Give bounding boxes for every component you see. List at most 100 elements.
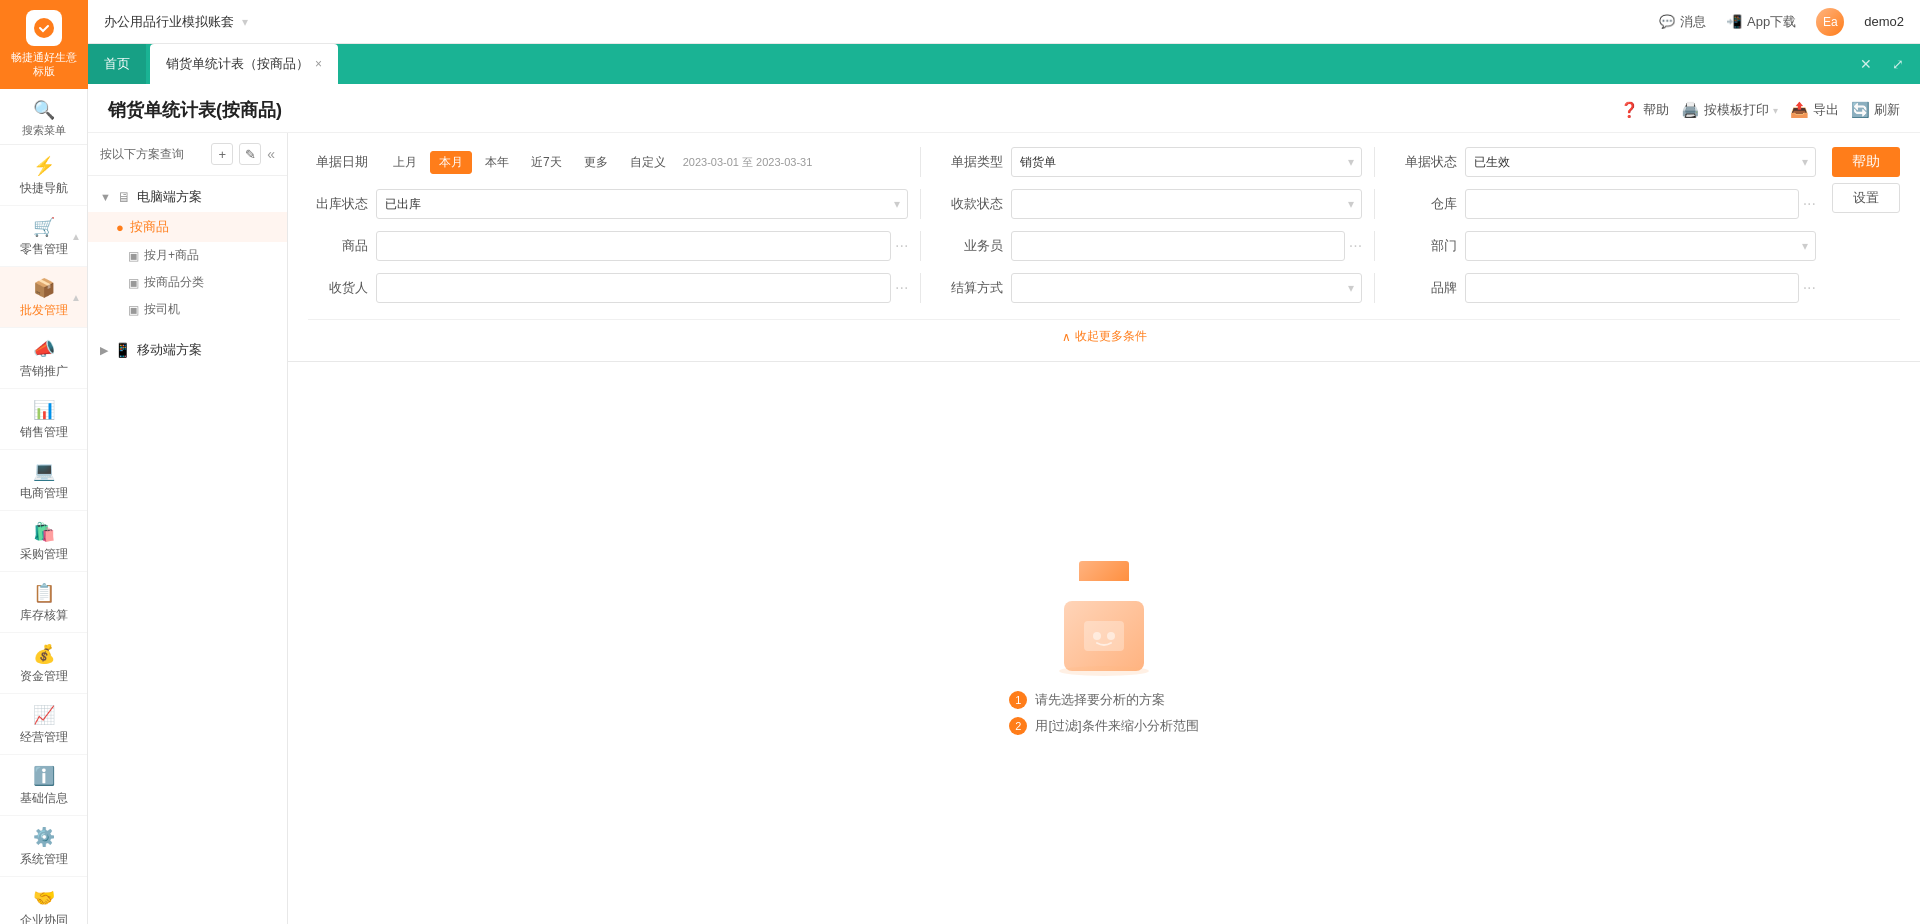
- salesman-input[interactable]: [1011, 231, 1344, 261]
- hint-num-1: 1: [1009, 691, 1027, 709]
- date-custom-button[interactable]: 自定义: [621, 151, 675, 174]
- tab-close-button[interactable]: ×: [315, 57, 322, 71]
- tab-expand-button[interactable]: ⤢: [1884, 50, 1912, 78]
- user-avatar[interactable]: Ea: [1816, 8, 1844, 36]
- print-action[interactable]: 🖨️ 按模板打印 ▾: [1681, 101, 1778, 119]
- date-7days-button[interactable]: 近7天: [522, 151, 571, 174]
- filter-cell-payment: 收款状态 ▾: [933, 189, 1362, 219]
- out-status-input[interactable]: [376, 189, 908, 219]
- payment-method-input[interactable]: [1011, 273, 1362, 303]
- doc-status-input[interactable]: [1465, 147, 1816, 177]
- sidebar-item-operations[interactable]: 📈 经营管理: [0, 694, 87, 755]
- payment-control: ▾: [1011, 189, 1362, 219]
- tree-group-mobile-header[interactable]: ▶ 📱 移动端方案: [88, 335, 287, 365]
- query-button[interactable]: 帮助: [1832, 147, 1900, 177]
- divider-3: [920, 189, 921, 219]
- divider-6: [1374, 231, 1375, 261]
- expand-icon: ⤢: [1892, 56, 1904, 72]
- filter-collapse-button[interactable]: «: [267, 146, 275, 162]
- search-menu-item[interactable]: 🔍 搜索菜单: [0, 89, 87, 145]
- tree-item-icon: ●: [116, 220, 124, 235]
- sidebar-item-sales[interactable]: 📊 销售管理: [0, 389, 87, 450]
- date-row: 上月 本月 本年 近7天 更多 自定义 2: [376, 151, 908, 174]
- date-quick-btns: 上月 本月 本年 近7天 更多 自定义: [384, 151, 675, 174]
- export-action[interactable]: 📤 导出: [1790, 101, 1839, 119]
- date-last-month-button[interactable]: 上月: [384, 151, 426, 174]
- receiver-input[interactable]: [376, 273, 891, 303]
- goods-dots-button[interactable]: ···: [895, 237, 908, 255]
- filter-cell-doc-status: 单据状态 ▾: [1387, 147, 1816, 177]
- breadcrumb-area: 办公用品行业模拟账套 ▾: [104, 13, 248, 31]
- filter-edit-button[interactable]: ✎: [239, 143, 261, 165]
- date-this-month-button[interactable]: 本月: [430, 151, 472, 174]
- sidebar-item-purchase[interactable]: 🛍️ 采购管理: [0, 511, 87, 572]
- message-action[interactable]: 💬 消息: [1659, 13, 1706, 31]
- app-logo[interactable]: 畅捷通好生意 标版: [0, 0, 88, 89]
- sidebar-item-quick-nav[interactable]: ⚡ 快捷导航: [0, 145, 87, 206]
- brand-dots-button[interactable]: ···: [1803, 279, 1816, 297]
- sidebar-item-ecommerce[interactable]: 💻 电商管理: [0, 450, 87, 511]
- help-action[interactable]: ❓ 帮助: [1620, 101, 1669, 119]
- goods-input[interactable]: [376, 231, 891, 261]
- tab-active-label: 销货单统计表（按商品）: [166, 55, 309, 73]
- sidebar-item-marketing[interactable]: 📣 营销推广: [0, 328, 87, 389]
- tab-window-actions: ✕ ⤢: [1852, 50, 1920, 78]
- retail-icon: 🛒: [33, 216, 55, 238]
- wholesale-arrow-icon: ▲: [71, 291, 81, 302]
- sidebar-item-system[interactable]: ⚙️ 系统管理: [0, 816, 87, 877]
- warehouse-input[interactable]: [1465, 189, 1798, 219]
- brand-input[interactable]: [1465, 273, 1798, 303]
- collapse-icon: «: [267, 146, 275, 162]
- tree-group-desktop-header[interactable]: ▼ 🖥 电脑端方案: [88, 182, 287, 212]
- date-more-button[interactable]: 更多: [575, 151, 617, 174]
- out-status-label: 出库状态: [308, 195, 368, 213]
- settings-button[interactable]: 设置: [1832, 183, 1900, 213]
- sidebar-item-retail[interactable]: 🛒 零售管理 ▲: [0, 206, 87, 267]
- retail-label: 零售管理: [20, 241, 68, 258]
- divider-5: [920, 231, 921, 261]
- payment-method-label: 结算方式: [933, 279, 1003, 297]
- help-label: 帮助: [1643, 101, 1669, 119]
- filter-main: 单据日期 上月 本月 本年 近7天: [288, 133, 1920, 924]
- filter-form: 单据日期 上月 本月 本年 近7天: [288, 133, 1920, 362]
- sidebar-item-inventory[interactable]: 📋 库存核算: [0, 572, 87, 633]
- sidebar-item-basic-info[interactable]: ℹ️ 基础信息: [0, 755, 87, 816]
- tree-sub-item-category[interactable]: ▣ 按商品分类: [88, 269, 287, 296]
- tab-home[interactable]: 首页: [88, 44, 146, 84]
- divider-2: [1374, 147, 1375, 177]
- salesman-dots-button[interactable]: ···: [1349, 237, 1362, 255]
- tree-group-desktop: ▼ 🖥 电脑端方案 ● 按商品 ▣ 按月+商品: [88, 176, 287, 329]
- filter-add-button[interactable]: +: [211, 143, 233, 165]
- collapse-more-button[interactable]: ∧ 收起更多条件: [308, 319, 1900, 353]
- empty-hint-1: 1 请先选择要分析的方案: [1009, 691, 1198, 709]
- tree-sub-item-month-goods[interactable]: ▣ 按月+商品: [88, 242, 287, 269]
- warehouse-dots-button[interactable]: ···: [1803, 195, 1816, 213]
- date-range-text: 2023-03-01 至 2023-03-31: [683, 155, 813, 170]
- svg-point-1: [1093, 632, 1101, 640]
- filter-row-1: 单据日期 上月 本月 本年 近7天: [308, 147, 1816, 177]
- app-download-label: App下载: [1747, 13, 1796, 31]
- app-download-action[interactable]: 📲 App下载: [1726, 13, 1796, 31]
- date-this-year-button[interactable]: 本年: [476, 151, 518, 174]
- refresh-action[interactable]: 🔄 刷新: [1851, 101, 1900, 119]
- tab-close-window-button[interactable]: ✕: [1852, 50, 1880, 78]
- operations-icon: 📈: [33, 704, 55, 726]
- payment-method-control: ▾: [1011, 273, 1362, 303]
- sidebar-item-wholesale[interactable]: 📦 批发管理 ▲: [0, 267, 87, 328]
- tree-item-by-goods[interactable]: ● 按商品: [88, 212, 287, 242]
- out-status-control: ▾: [376, 189, 908, 219]
- tree-expand-icon: ▼: [100, 191, 111, 203]
- warehouse-control: [1465, 189, 1798, 219]
- filter-cell-out-status: 出库状态 ▾: [308, 189, 908, 219]
- doc-type-input[interactable]: [1011, 147, 1362, 177]
- sidebar-item-collab[interactable]: 🤝 企业协同: [0, 877, 87, 924]
- tree-sub-item-driver[interactable]: ▣ 按司机: [88, 296, 287, 323]
- receiver-dots-button[interactable]: ···: [895, 279, 908, 297]
- sidebar-item-finance[interactable]: 💰 资金管理: [0, 633, 87, 694]
- quick-nav-icon: ⚡: [33, 155, 55, 177]
- collab-label: 企业协同: [20, 912, 68, 924]
- dept-input[interactable]: [1465, 231, 1816, 261]
- tab-active[interactable]: 销货单统计表（按商品） ×: [150, 44, 338, 84]
- payment-input[interactable]: [1011, 189, 1362, 219]
- search-icon: 🔍: [33, 99, 55, 121]
